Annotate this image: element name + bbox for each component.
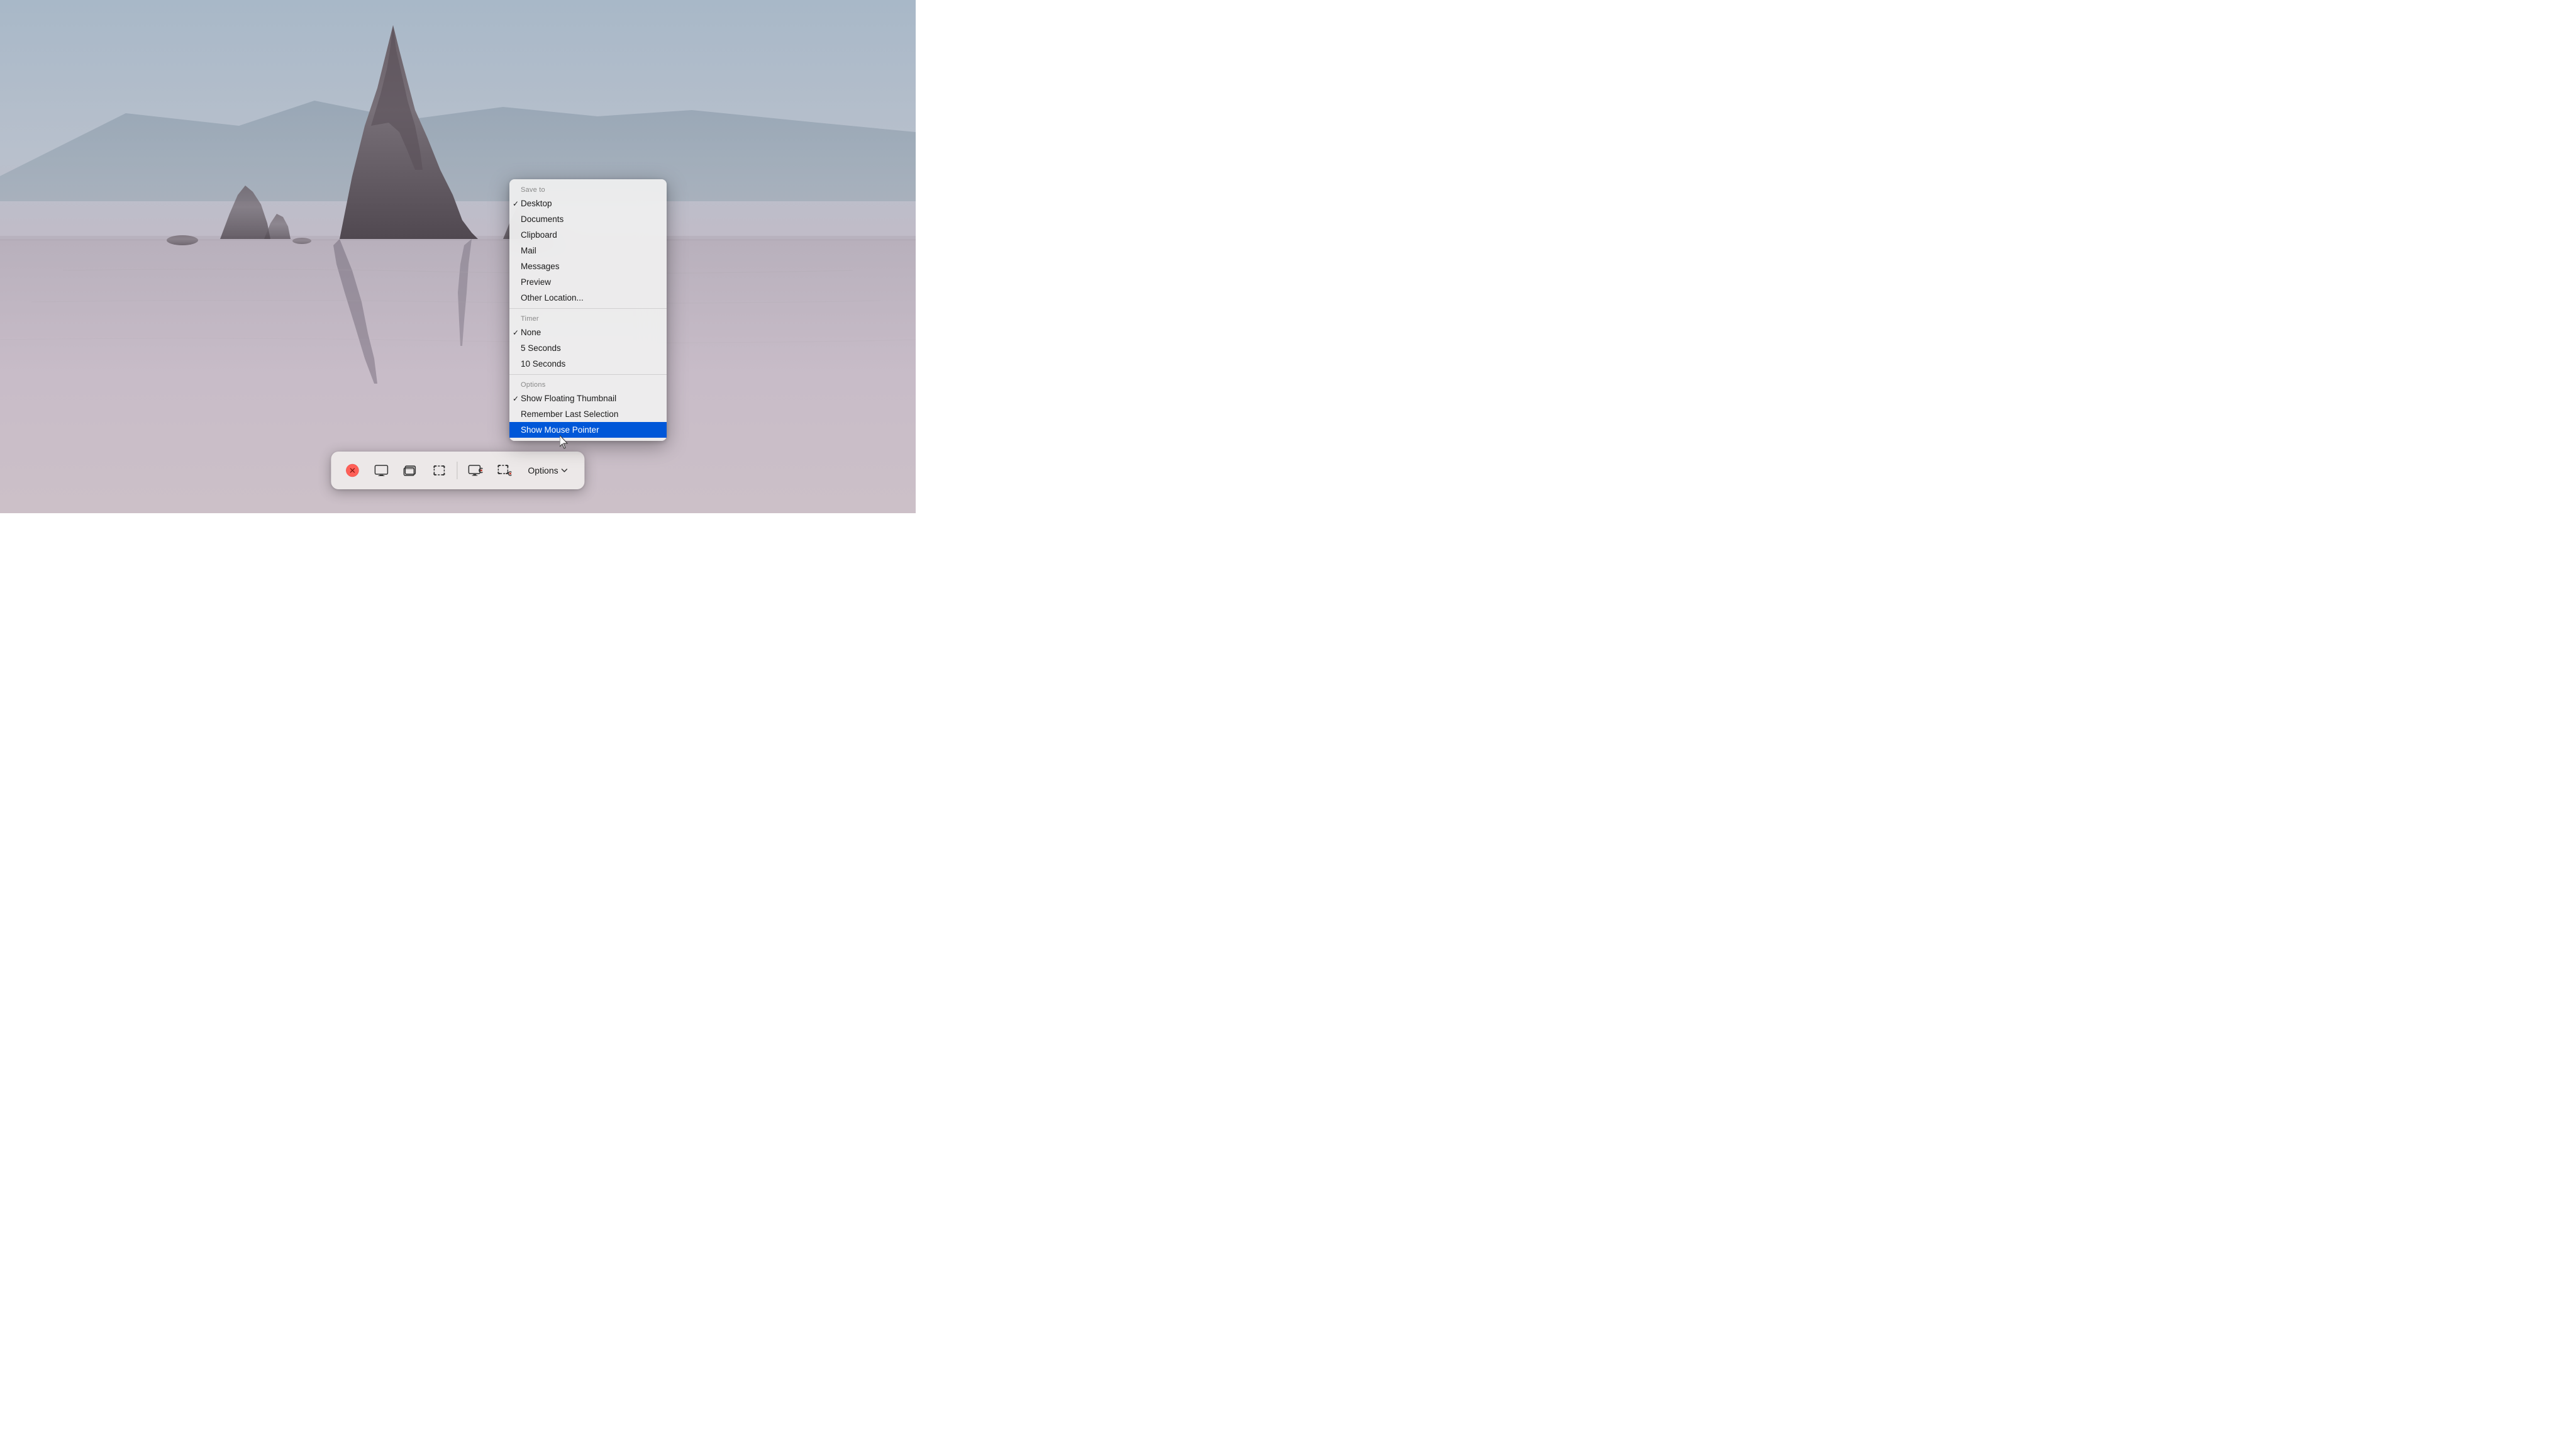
menu-item-timer-5sec[interactable]: 5 Seconds [509, 340, 667, 356]
chevron-down-icon [561, 467, 569, 474]
checkmark-timer-none: ✓ [513, 328, 519, 337]
menu-item-preview[interactable]: Preview [509, 274, 667, 290]
desktop-background [0, 0, 916, 513]
timer-header: Timer [509, 311, 667, 325]
options-label: Options [528, 465, 558, 475]
capture-window-button[interactable] [396, 457, 424, 484]
record-screen-icon [467, 463, 482, 478]
screenshot-toolbar: Options [331, 452, 584, 489]
options-header: Options [509, 377, 667, 391]
menu-item-messages[interactable]: Messages [509, 258, 667, 274]
separator-1 [509, 308, 667, 309]
menu-item-clipboard[interactable]: Clipboard [509, 227, 667, 243]
menu-item-timer-none[interactable]: ✓ None [509, 325, 667, 340]
record-screen-button[interactable] [461, 457, 489, 484]
capture-selection-button[interactable] [425, 457, 453, 484]
record-selection-icon [496, 463, 511, 478]
close-button[interactable] [338, 457, 366, 484]
menu-item-mouse-pointer[interactable]: Show Mouse Pointer [509, 422, 667, 438]
capture-screen-button[interactable] [367, 457, 395, 484]
capture-window-icon [402, 463, 418, 478]
menu-item-floating-thumbnail[interactable]: ✓ Show Floating Thumbnail [509, 391, 667, 406]
menu-item-remember-selection[interactable]: Remember Last Selection [509, 406, 667, 422]
menu-item-other-location[interactable]: Other Location... [509, 290, 667, 306]
save-to-header: Save to [509, 182, 667, 196]
capture-screen-icon [374, 463, 389, 478]
menu-item-documents[interactable]: Documents [509, 211, 667, 227]
menu-item-timer-10sec[interactable]: 10 Seconds [509, 356, 667, 372]
checkmark-desktop: ✓ [513, 199, 519, 208]
capture-selection-icon [431, 463, 447, 478]
options-button[interactable]: Options [519, 460, 577, 480]
separator-2 [509, 374, 667, 375]
landscape-svg [0, 0, 916, 513]
menu-item-desktop[interactable]: ✓ Desktop [509, 196, 667, 211]
checkmark-floating-thumbnail: ✓ [513, 394, 519, 403]
close-icon [345, 463, 360, 478]
context-menu: Save to ✓ Desktop Documents Clipboard Ma… [509, 179, 667, 441]
record-selection-button[interactable] [490, 457, 518, 484]
menu-item-mail[interactable]: Mail [509, 243, 667, 258]
